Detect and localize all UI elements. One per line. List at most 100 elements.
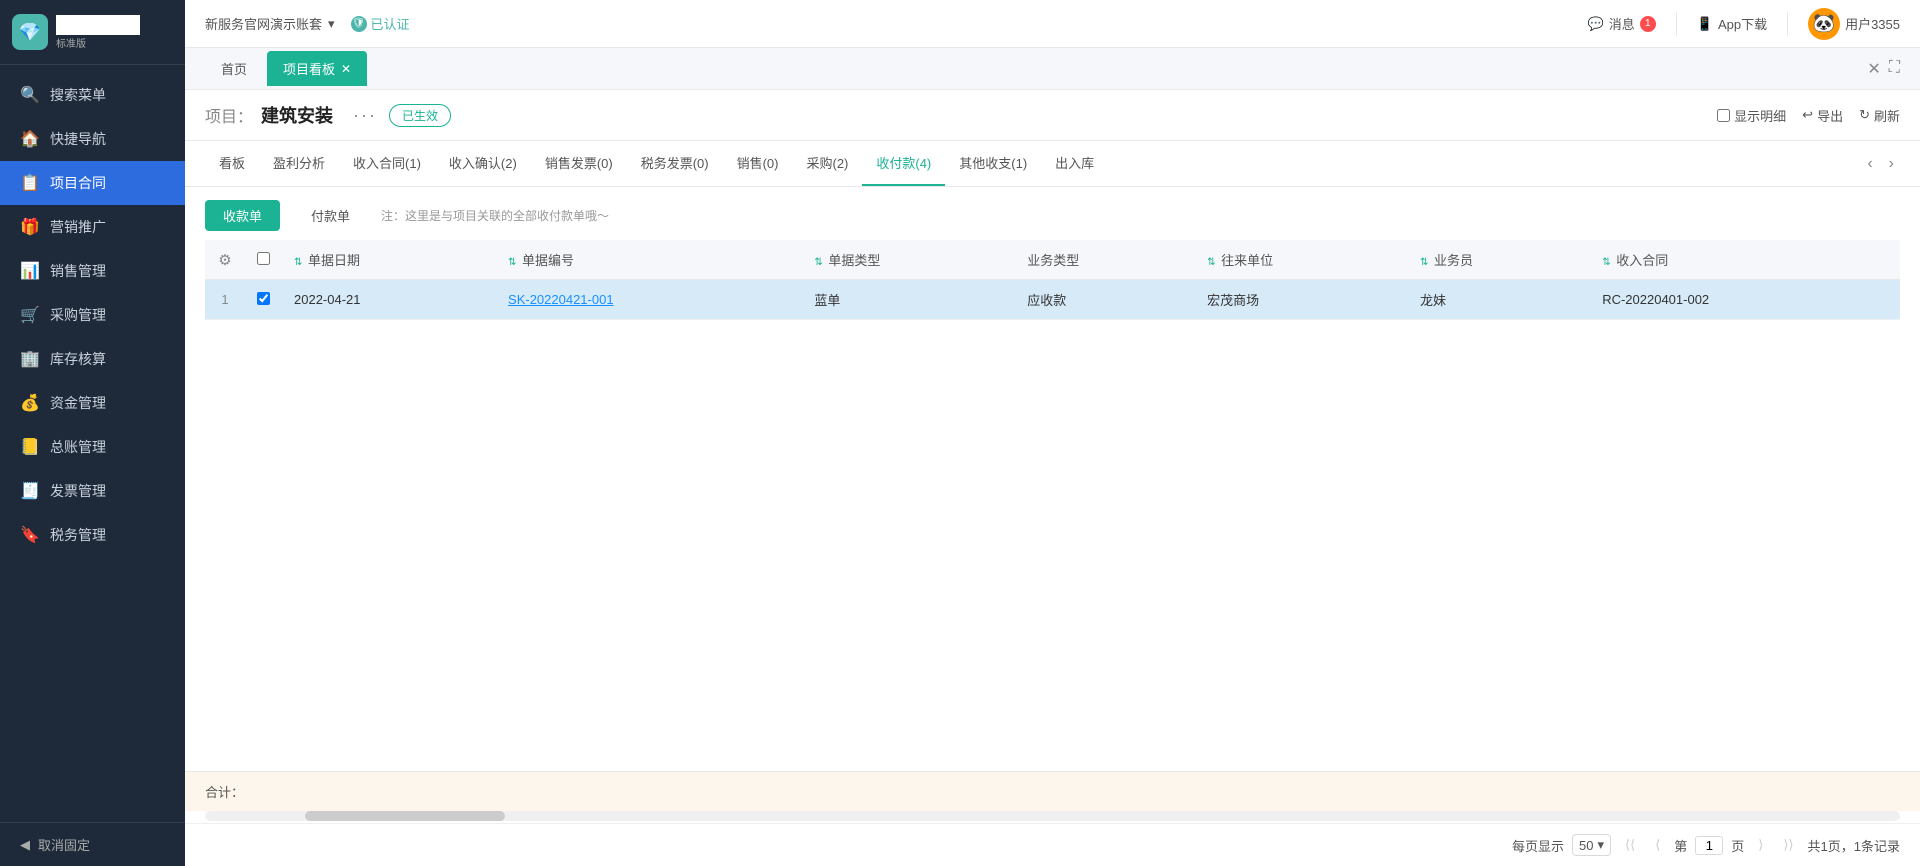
select-all-checkbox[interactable]	[257, 252, 270, 265]
sidebar-item-inventory[interactable]: 🏢 库存核算	[0, 337, 185, 381]
row-type: 蓝单	[802, 280, 1015, 320]
logo-sub: 标准版	[56, 35, 140, 50]
subnav-other-expense[interactable]: 其他收支(1)	[945, 141, 1041, 186]
sidebar-nav: 🔍 搜索菜单🏠 快捷导航📋 项目合同🎁 营销推广📊 销售管理🛒 采购管理🏢 库存…	[0, 65, 185, 565]
payment-tab-btn[interactable]: 付款单	[292, 199, 369, 232]
subnav-income-contract[interactable]: 收入合同(1)	[339, 141, 435, 186]
sidebar-item-invoice[interactable]: 🧾 发票管理	[0, 469, 185, 513]
row-salesman: 龙妹	[1408, 280, 1590, 320]
sidebar-scroll: 🔍 搜索菜单🏠 快捷导航📋 项目合同🎁 营销推广📊 销售管理🛒 采购管理🏢 库存…	[0, 65, 185, 822]
message-btn[interactable]: 💬 消息 1	[1588, 14, 1656, 33]
next-page-btn[interactable]: ⟩	[1752, 835, 1769, 855]
topbar-right: 💬 消息 1 📱 App下载 🐼 用户3355	[1588, 8, 1900, 40]
invoice-nav-label: 发票管理	[50, 481, 106, 501]
sidebar-logo: 💎 畅捷通好业财 标准版	[0, 0, 185, 65]
col-income-contract: ⇅ 收入合同	[1590, 240, 1900, 280]
more-options-btn[interactable]: ···	[353, 105, 377, 126]
close-window-btn[interactable]: ✕	[1867, 59, 1880, 79]
purchase-nav-label: 采购管理	[50, 305, 106, 325]
sidebar-item-finance[interactable]: 💰 资金管理	[0, 381, 185, 425]
export-icon: ↩	[1802, 107, 1813, 123]
col-number: ⇅ 单据编号	[496, 240, 802, 280]
table-row[interactable]: 1 2022-04-21 SK-20220421-001 蓝单 应收款 宏茂商场…	[205, 280, 1900, 320]
scroll-track[interactable]	[205, 811, 1900, 821]
app-download-btn[interactable]: 📱 App下载	[1697, 14, 1767, 33]
pagination: 每页显示 50 ▾ ⟨⟨ ⟨ 第 页 ⟩ ⟩⟩ 共1页，1条记录	[185, 823, 1920, 866]
subnav-receipts[interactable]: 收付款(4)	[862, 141, 945, 186]
sidebar-item-purchase[interactable]: 🛒 采购管理	[0, 293, 185, 337]
col-settings[interactable]: ⚙	[205, 240, 245, 280]
doc-link[interactable]: SK-20220421-001	[508, 292, 614, 307]
sidebar-unpin[interactable]: ◀ 取消固定	[0, 822, 185, 866]
account-selector[interactable]: 新服务官网演示账套 ▾	[205, 14, 335, 33]
table-footer: 合计：	[185, 771, 1920, 811]
col-type-label: 单据类型	[828, 253, 880, 268]
subnav-sales-invoice[interactable]: 销售发票(0)	[531, 141, 627, 186]
per-page-label: 每页显示	[1512, 836, 1564, 855]
sub-nav-prev-icon[interactable]: ‹	[1861, 151, 1878, 177]
export-btn[interactable]: ↩ 导出	[1802, 106, 1843, 125]
sales-nav-label: 销售管理	[50, 261, 106, 281]
subnav-sales[interactable]: 销售(0)	[723, 141, 793, 186]
col-partner: ⇅ 往来单位	[1195, 240, 1408, 280]
subnav-tax-invoice[interactable]: 税务发票(0)	[627, 141, 723, 186]
subnav-purchase[interactable]: 采购(2)	[792, 141, 862, 186]
maximize-window-btn[interactable]: ⛶	[1889, 59, 1900, 79]
row-biz-type: 应收款	[1015, 280, 1195, 320]
receipt-tab-btn[interactable]: 收款单	[205, 200, 280, 231]
project-label: 项目：	[205, 103, 253, 127]
sidebar-item-quick[interactable]: 🏠 快捷导航	[0, 117, 185, 161]
col-partner-label: 往来单位	[1221, 253, 1273, 268]
row-checkbox[interactable]	[257, 292, 270, 305]
sidebar-item-contract[interactable]: 📋 项目合同	[0, 161, 185, 205]
refresh-btn[interactable]: ↻ 刷新	[1859, 106, 1900, 125]
sidebar-item-search[interactable]: 🔍 搜索菜单	[0, 73, 185, 117]
page-number-input[interactable]	[1695, 836, 1723, 855]
row-income-contract: RC-20220401-002	[1590, 280, 1900, 320]
page-header: 项目： 建筑安装 ··· 已生效 显示明细 ↩ 导出 ↻ 刷新	[185, 90, 1920, 141]
refresh-label: 刷新	[1874, 106, 1900, 125]
sidebar-item-tax[interactable]: 🔖 税务管理	[0, 513, 185, 557]
per-page-select[interactable]: 50 ▾	[1572, 834, 1611, 856]
sub-nav-next-icon[interactable]: ›	[1883, 151, 1900, 177]
sub-nav: 看板 盈利分析 收入合同(1) 收入确认(2) 销售发票(0) 税务发票(0) …	[185, 141, 1920, 187]
subnav-kanban[interactable]: 看板	[205, 141, 259, 186]
search-nav-icon: 🔍	[20, 85, 40, 105]
last-page-btn[interactable]: ⟩⟩	[1777, 835, 1799, 855]
invoice-nav-icon: 🧾	[20, 481, 40, 501]
user-profile[interactable]: 🐼 用户3355	[1808, 8, 1900, 40]
prev-page-btn[interactable]: ⟨	[1649, 835, 1666, 855]
tab-close-icon[interactable]: ✕	[341, 62, 351, 76]
row-checkbox-cell[interactable]	[245, 280, 282, 320]
sidebar-item-sales[interactable]: 📊 销售管理	[0, 249, 185, 293]
sub-nav-arrows: ‹ ›	[1861, 151, 1900, 177]
subnav-income-confirm[interactable]: 收入确认(2)	[435, 141, 531, 186]
col-type: ⇅ 单据类型	[802, 240, 1015, 280]
verified-icon: 🛡	[351, 16, 367, 32]
finance-nav-icon: 💰	[20, 393, 40, 413]
subnav-profit[interactable]: 盈利分析	[259, 141, 339, 186]
ledger-nav-label: 总账管理	[50, 437, 106, 457]
col-biz-type: 业务类型	[1015, 240, 1195, 280]
account-dropdown-icon: ▾	[328, 16, 335, 32]
logo-main: 畅捷通好业财	[56, 15, 140, 35]
quick-nav-label: 快捷导航	[50, 129, 106, 149]
verified-text: 已认证	[371, 14, 410, 33]
settings-icon[interactable]: ⚙	[218, 252, 231, 269]
scroll-thumb[interactable]	[305, 811, 505, 821]
tab-home[interactable]: 首页	[205, 51, 263, 86]
sub-tab-hint: 注：这里是与项目关联的全部收付款单哦～	[381, 207, 609, 224]
sidebar-item-ledger[interactable]: 📒 总账管理	[0, 425, 185, 469]
first-page-btn[interactable]: ⟨⟨	[1619, 835, 1641, 855]
tabbar: 首页 项目看板 ✕ ✕ ⛶	[185, 48, 1920, 90]
search-nav-label: 搜索菜单	[50, 85, 106, 105]
show-detail-checkbox[interactable]: 显示明细	[1717, 106, 1786, 125]
row-number[interactable]: SK-20220421-001	[496, 280, 802, 320]
subnav-in-out[interactable]: 出入库	[1041, 141, 1108, 186]
app-download-label: App下载	[1718, 14, 1767, 33]
tab-project-board[interactable]: 项目看板 ✕	[267, 51, 367, 86]
sidebar-item-marketing[interactable]: 🎁 营销推广	[0, 205, 185, 249]
show-detail-input[interactable]	[1717, 109, 1730, 122]
sub-tabs: 收款单 付款单 注：这里是与项目关联的全部收付款单哦～	[185, 187, 1920, 240]
col-salesman: ⇅ 业务员	[1408, 240, 1590, 280]
